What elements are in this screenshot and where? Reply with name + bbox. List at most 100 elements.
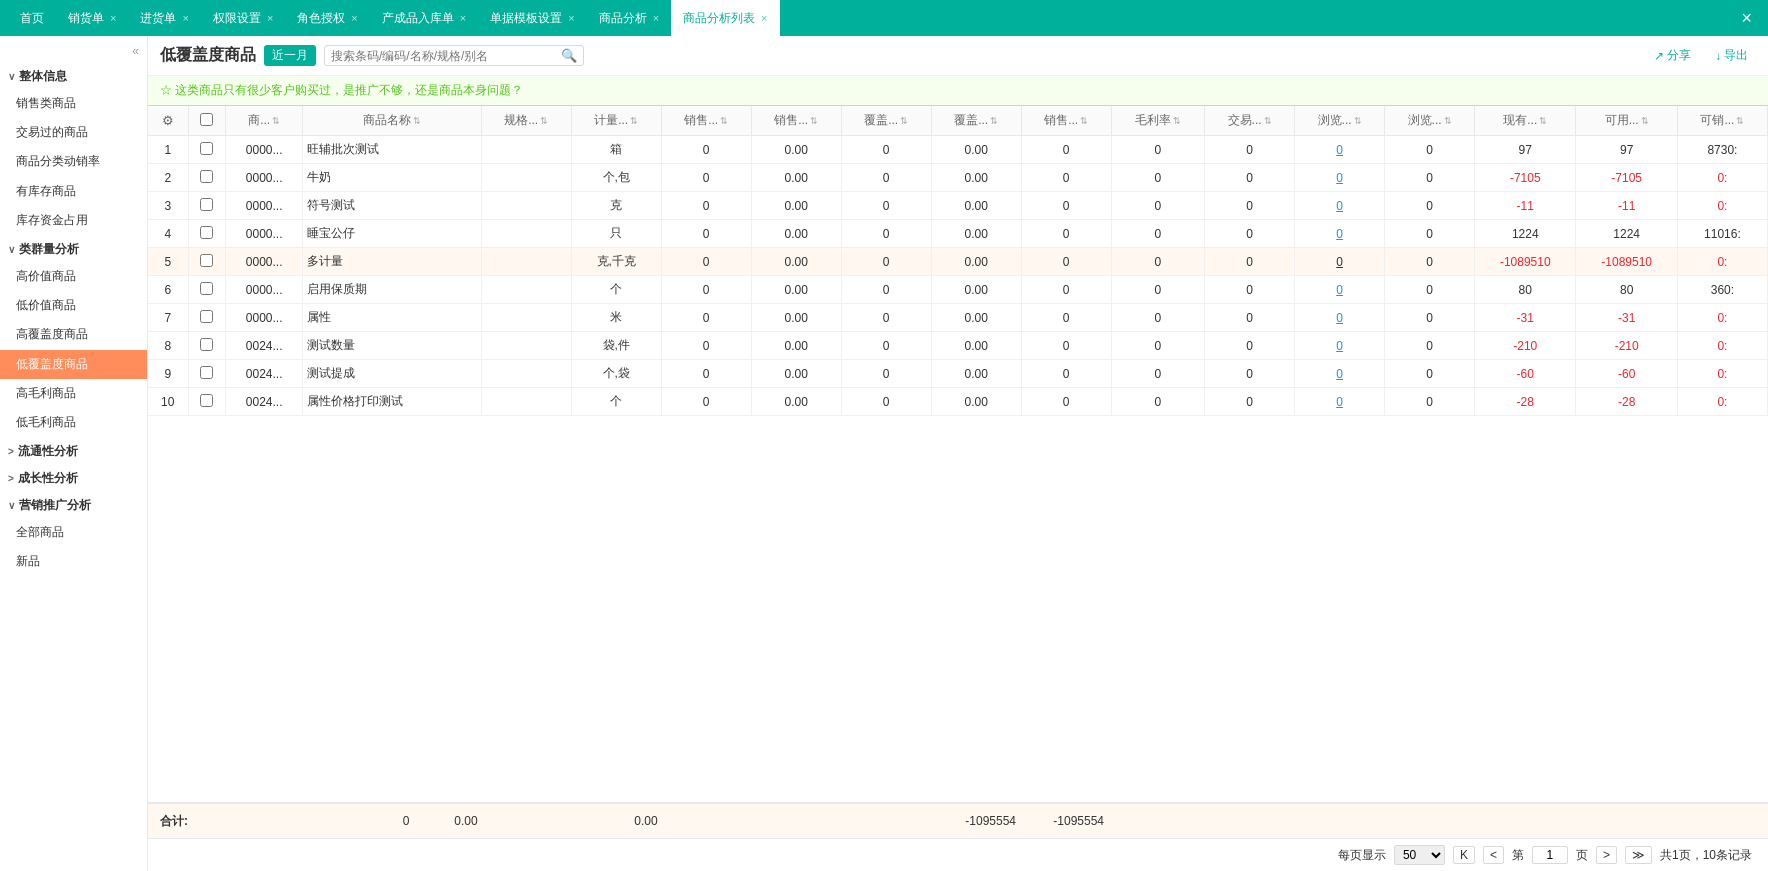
- nav-close-icon[interactable]: ×: [182, 12, 188, 24]
- row-checkbox[interactable]: [188, 360, 225, 388]
- first-page-button[interactable]: K: [1453, 846, 1475, 864]
- row-browse1[interactable]: 0: [1295, 248, 1385, 276]
- sidebar-item-low-coverage[interactable]: 低覆盖度商品: [0, 350, 147, 379]
- row-browse1[interactable]: 0: [1295, 332, 1385, 360]
- sidebar-item-traded-goods[interactable]: 交易过的商品: [0, 118, 147, 147]
- column-trade[interactable]: 交易...⇅: [1205, 106, 1295, 136]
- row-browse1[interactable]: 0: [1295, 360, 1385, 388]
- column-available[interactable]: 可用...⇅: [1576, 106, 1677, 136]
- row-checkbox[interactable]: [188, 248, 225, 276]
- nav-sales-order[interactable]: 销货单 ×: [56, 0, 128, 36]
- nav-product-warehouse[interactable]: 产成品入库单 ×: [370, 0, 478, 36]
- search-input[interactable]: [331, 49, 561, 63]
- sidebar-item-stocked-goods[interactable]: 有库存商品: [0, 177, 147, 206]
- row-browse1[interactable]: 0: [1295, 220, 1385, 248]
- time-filter-button[interactable]: 近一月: [264, 45, 316, 66]
- share-button[interactable]: ↗ 分享: [1646, 44, 1699, 67]
- row-checkbox[interactable]: [188, 276, 225, 304]
- column-settings[interactable]: ⚙: [148, 106, 188, 136]
- nav-close-icon[interactable]: ×: [568, 12, 574, 24]
- sidebar-section-circulation[interactable]: > 流通性分析: [0, 437, 147, 464]
- per-page-label: 每页显示: [1338, 847, 1386, 864]
- column-unit[interactable]: 计量...⇅: [571, 106, 661, 136]
- sort-icon: ⇅: [1264, 116, 1272, 126]
- sidebar-item-category-rate[interactable]: 商品分类动销率: [0, 147, 147, 176]
- row-checkbox[interactable]: [188, 304, 225, 332]
- nav-close-icon[interactable]: ×: [653, 12, 659, 24]
- prev-page-button[interactable]: <: [1483, 846, 1504, 864]
- sidebar-section-cluster[interactable]: ∨ 类群量分析: [0, 235, 147, 262]
- export-button[interactable]: ↓ 导出: [1707, 44, 1756, 67]
- sidebar-collapse-button[interactable]: «: [0, 40, 147, 62]
- row-browse1[interactable]: 0: [1295, 304, 1385, 332]
- per-page-select[interactable]: 20 50 100: [1394, 845, 1445, 865]
- nav-close-icon[interactable]: ×: [351, 12, 357, 24]
- sidebar-item-low-value[interactable]: 低价值商品: [0, 291, 147, 320]
- row-checkbox[interactable]: [188, 332, 225, 360]
- export-icon: ↓: [1715, 49, 1721, 63]
- sidebar-item-low-margin[interactable]: 低毛利商品: [0, 408, 147, 437]
- search-icon[interactable]: 🔍: [561, 48, 577, 63]
- sidebar-item-all-goods[interactable]: 全部商品: [0, 518, 147, 547]
- sidebar-section-growth[interactable]: > 成长性分析: [0, 464, 147, 491]
- nav-role-auth[interactable]: 角色授权 ×: [285, 0, 369, 36]
- nav-close-icon[interactable]: ×: [761, 12, 767, 24]
- nav-template-settings[interactable]: 单据模板设置 ×: [478, 0, 586, 36]
- page-suffix: 页: [1576, 847, 1588, 864]
- content-area: 低覆盖度商品 近一月 🔍 ↗ 分享 ↓ 导出 ☆ 这类商品只有很少客户购买过，是…: [148, 36, 1768, 871]
- row-checkbox[interactable]: [188, 192, 225, 220]
- nav-product-analysis-list[interactable]: 商品分析列表 ×: [671, 0, 779, 36]
- column-sales-qty[interactable]: 销售...⇅: [661, 106, 751, 136]
- nav-home[interactable]: 首页: [8, 0, 56, 36]
- page-number-input[interactable]: [1532, 846, 1568, 864]
- nav-permission-settings[interactable]: 权限设置 ×: [201, 0, 285, 36]
- row-gross-rate: 0: [1111, 276, 1204, 304]
- table-row: 8 0024... 测试数量 袋,件 0 0.00 0 0.00 0 0 0 0…: [148, 332, 1768, 360]
- nav-close-icon[interactable]: ×: [267, 12, 273, 24]
- row-checkbox[interactable]: [188, 388, 225, 416]
- gear-icon[interactable]: ⚙: [162, 113, 174, 128]
- nav-purchase-order[interactable]: 进货单 ×: [128, 0, 200, 36]
- next-page-button[interactable]: >: [1596, 846, 1617, 864]
- column-browse1[interactable]: 浏览...⇅: [1295, 106, 1385, 136]
- row-browse1[interactable]: 0: [1295, 388, 1385, 416]
- window-close-button[interactable]: ×: [1733, 8, 1760, 29]
- sidebar-item-high-margin[interactable]: 高毛利商品: [0, 379, 147, 408]
- row-browse2: 0: [1385, 248, 1475, 276]
- row-checkbox[interactable]: [188, 164, 225, 192]
- row-browse1[interactable]: 0: [1295, 192, 1385, 220]
- sidebar-item-inventory-capital[interactable]: 库存资金占用: [0, 206, 147, 235]
- column-sales-amt[interactable]: 销售...⇅: [751, 106, 841, 136]
- column-current[interactable]: 现有...⇅: [1475, 106, 1576, 136]
- row-code: 0000...: [225, 276, 303, 304]
- sidebar-item-high-coverage[interactable]: 高覆盖度商品: [0, 320, 147, 349]
- row-checkbox[interactable]: [188, 220, 225, 248]
- row-browse1[interactable]: 0: [1295, 276, 1385, 304]
- sidebar-item-sales-goods[interactable]: 销售类商品: [0, 89, 147, 118]
- column-code[interactable]: 商...⇅: [225, 106, 303, 136]
- nav-product-analysis[interactable]: 商品分析 ×: [587, 0, 671, 36]
- nav-close-icon[interactable]: ×: [110, 12, 116, 24]
- column-spec[interactable]: 规格...⇅: [481, 106, 571, 136]
- row-browse1[interactable]: 0: [1295, 164, 1385, 192]
- nav-close-icon[interactable]: ×: [460, 12, 466, 24]
- column-browse2[interactable]: 浏览...⇅: [1385, 106, 1475, 136]
- select-all-checkbox[interactable]: [200, 113, 213, 126]
- column-coverage1[interactable]: 覆盖...⇅: [841, 106, 931, 136]
- sidebar-section-marketing[interactable]: ∨ 营销推广分析: [0, 491, 147, 518]
- row-sales-qty: 0: [661, 360, 751, 388]
- row-coverage2: 0.00: [931, 164, 1021, 192]
- column-saleable[interactable]: 可销...⇅: [1677, 106, 1767, 136]
- sidebar-section-overview[interactable]: ∨ 整体信息: [0, 62, 147, 89]
- sidebar-item-high-value[interactable]: 高价值商品: [0, 262, 147, 291]
- row-code: 0024...: [225, 332, 303, 360]
- last-page-button[interactable]: ≫: [1625, 846, 1652, 864]
- page-title: 低覆盖度商品: [160, 45, 256, 66]
- column-name[interactable]: 商品名称⇅: [303, 106, 481, 136]
- sidebar-item-new-goods[interactable]: 新品: [0, 547, 147, 576]
- column-coverage2[interactable]: 覆盖...⇅: [931, 106, 1021, 136]
- column-sales-other[interactable]: 销售...⇅: [1021, 106, 1111, 136]
- row-browse1[interactable]: 0: [1295, 136, 1385, 164]
- column-gross-rate[interactable]: 毛利率⇅: [1111, 106, 1204, 136]
- row-checkbox[interactable]: [188, 136, 225, 164]
